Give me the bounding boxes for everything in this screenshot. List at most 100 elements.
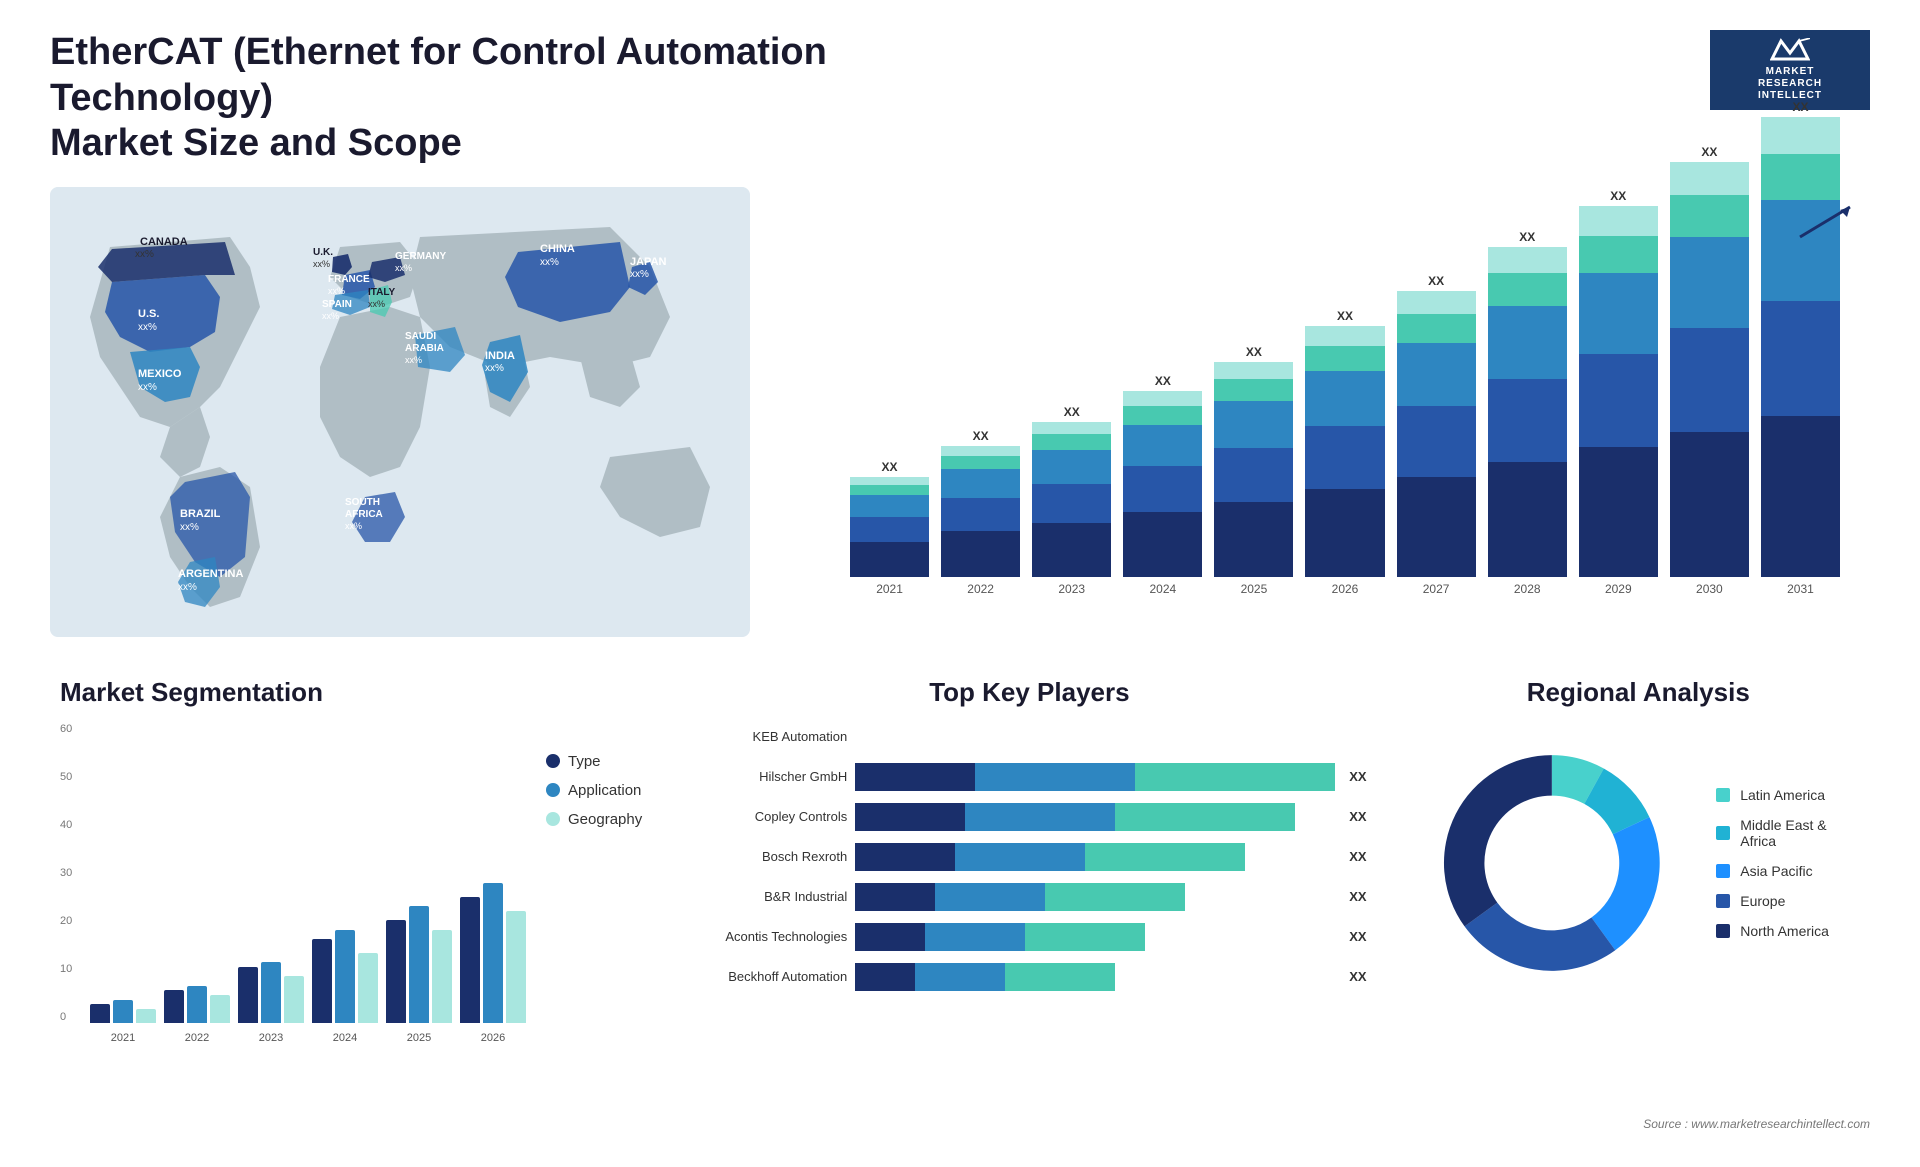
legend-dot-0 bbox=[546, 754, 560, 768]
bar-segment-2027-3 bbox=[1397, 314, 1476, 343]
player-bar-seg-3-2 bbox=[1085, 843, 1245, 871]
bar-xx-2027: XX bbox=[1428, 274, 1444, 288]
seg-bar-2021-2 bbox=[136, 1009, 156, 1023]
bar-segment-2024-0 bbox=[1123, 512, 1202, 577]
bar-group-2025: XX bbox=[1214, 345, 1293, 577]
player-bar-seg-1-1 bbox=[975, 763, 1135, 791]
reg-legend-dot-0 bbox=[1716, 788, 1730, 802]
seg-bar-group-2021 bbox=[90, 1000, 156, 1023]
seg-bar-2025-1 bbox=[409, 906, 429, 1023]
seg-bar-2025-2 bbox=[432, 930, 452, 1023]
seg-bar-2024-1 bbox=[335, 930, 355, 1023]
player-bar-5 bbox=[855, 923, 1145, 951]
bar-xx-2026: XX bbox=[1337, 309, 1353, 323]
player-bar-container-2 bbox=[855, 803, 1335, 831]
seg-bar-2024-0 bbox=[312, 939, 332, 1023]
svg-text:xx%: xx% bbox=[540, 257, 559, 268]
bar-segment-2021-3 bbox=[850, 485, 929, 495]
bar-segment-2030-4 bbox=[1670, 162, 1749, 195]
seg-legend: TypeApplicationGeography bbox=[546, 723, 642, 828]
legend-label-0: Type bbox=[568, 753, 601, 770]
player-xx-3: XX bbox=[1349, 849, 1366, 864]
svg-text:CHINA: CHINA bbox=[540, 243, 575, 255]
seg-year-2022: 2022 bbox=[164, 1032, 230, 1044]
bar-group-2028: XX bbox=[1488, 230, 1567, 577]
svg-text:xx%: xx% bbox=[630, 269, 649, 280]
svg-text:xx%: xx% bbox=[135, 249, 154, 260]
bar-year-2030: 2030 bbox=[1670, 582, 1749, 596]
player-bar-seg-6-0 bbox=[855, 963, 915, 991]
bar-segment-2021-0 bbox=[850, 542, 929, 577]
player-bar-seg-4-1 bbox=[935, 883, 1045, 911]
svg-text:CANADA: CANADA bbox=[140, 236, 188, 248]
seg-legend-item-1: Application bbox=[546, 782, 642, 799]
reg-legend-label-0: Latin America bbox=[1740, 787, 1825, 803]
bar-segment-2027-2 bbox=[1397, 343, 1476, 406]
seg-year-2024: 2024 bbox=[312, 1032, 378, 1044]
player-name-3: Bosch Rexroth bbox=[692, 849, 847, 864]
bar-segment-2025-1 bbox=[1214, 448, 1293, 502]
reg-legend-dot-2 bbox=[1716, 864, 1730, 878]
bar-group-2022: XX bbox=[941, 429, 1020, 577]
svg-text:xx%: xx% bbox=[138, 382, 157, 393]
player-bar-seg-3-0 bbox=[855, 843, 955, 871]
seg-bar-group-2022 bbox=[164, 986, 230, 1023]
svg-text:xx%: xx% bbox=[405, 355, 422, 365]
bar-segment-2027-0 bbox=[1397, 477, 1476, 577]
svg-text:xx%: xx% bbox=[138, 322, 157, 333]
bar-xx-2021: XX bbox=[882, 460, 898, 474]
bar-stack-2024 bbox=[1123, 391, 1202, 577]
bar-segment-2024-4 bbox=[1123, 391, 1202, 406]
svg-text:INDIA: INDIA bbox=[485, 350, 515, 362]
regional-title: Regional Analysis bbox=[1417, 677, 1860, 708]
bar-segment-2021-1 bbox=[850, 517, 929, 542]
bar-group-2021: XX bbox=[850, 460, 929, 577]
player-bar-container-4 bbox=[855, 883, 1335, 911]
bar-segment-2022-0 bbox=[941, 531, 1020, 577]
world-map-svg: CANADA xx% U.S. xx% MEXICO xx% BRAZIL xx… bbox=[50, 187, 750, 637]
bar-segment-2023-2 bbox=[1032, 450, 1111, 484]
donut-chart-svg bbox=[1417, 723, 1687, 1003]
bar-year-2028: 2028 bbox=[1488, 582, 1567, 596]
player-row-5: Acontis TechnologiesXX bbox=[692, 923, 1366, 951]
logo-icon bbox=[1770, 38, 1810, 62]
bar-year-2022: 2022 bbox=[941, 582, 1020, 596]
bar-segment-2025-2 bbox=[1214, 401, 1293, 448]
bar-segment-2021-2 bbox=[850, 495, 929, 517]
donut-area: Latin AmericaMiddle East & AfricaAsia Pa… bbox=[1417, 723, 1860, 1003]
svg-text:U.K.: U.K. bbox=[313, 247, 333, 258]
player-row-2: Copley ControlsXX bbox=[692, 803, 1366, 831]
player-row-1: Hilscher GmbHXX bbox=[692, 763, 1366, 791]
svg-text:GERMANY: GERMANY bbox=[395, 251, 446, 262]
seg-bar-2023-1 bbox=[261, 962, 281, 1023]
page-title: EtherCAT (Ethernet for Control Automatio… bbox=[50, 30, 850, 167]
seg-bar-2022-0 bbox=[164, 990, 184, 1023]
reg-legend-dot-1 bbox=[1716, 826, 1730, 840]
player-bar-seg-2-2 bbox=[1115, 803, 1295, 831]
seg-y-axis: 0 10 20 30 40 50 60 bbox=[60, 723, 72, 1023]
svg-text:ARGENTINA: ARGENTINA bbox=[178, 568, 243, 580]
svg-text:SOUTH: SOUTH bbox=[345, 497, 380, 508]
reg-legend-item-0: Latin America bbox=[1716, 787, 1860, 803]
player-bar-container-0 bbox=[855, 723, 1366, 751]
seg-bar-2026-0 bbox=[460, 897, 480, 1023]
bar-stack-2030 bbox=[1670, 162, 1749, 577]
bar-stack-2028 bbox=[1488, 247, 1567, 577]
bar-xx-2031: XX bbox=[1792, 100, 1808, 114]
reg-legend-label-4: North America bbox=[1740, 923, 1829, 939]
reg-legend-item-2: Asia Pacific bbox=[1716, 863, 1860, 879]
seg-bar-2023-2 bbox=[284, 976, 304, 1023]
seg-year-2026: 2026 bbox=[460, 1032, 526, 1044]
bar-year-2024: 2024 bbox=[1123, 582, 1202, 596]
bar-stack-2023 bbox=[1032, 422, 1111, 577]
seg-bar-2026-1 bbox=[483, 883, 503, 1023]
svg-text:U.S.: U.S. bbox=[138, 308, 159, 320]
legend-dot-1 bbox=[546, 783, 560, 797]
seg-bar-2023-0 bbox=[238, 967, 258, 1023]
reg-legend-dot-3 bbox=[1716, 894, 1730, 908]
player-bar-container-5 bbox=[855, 923, 1335, 951]
seg-bar-group-2024 bbox=[312, 930, 378, 1023]
bar-chart-container: XXXXXXXXXXXXXXXXXXXXXX 20212022202320242… bbox=[780, 187, 1870, 637]
svg-text:xx%: xx% bbox=[178, 582, 197, 593]
bar-group-2023: XX bbox=[1032, 405, 1111, 577]
